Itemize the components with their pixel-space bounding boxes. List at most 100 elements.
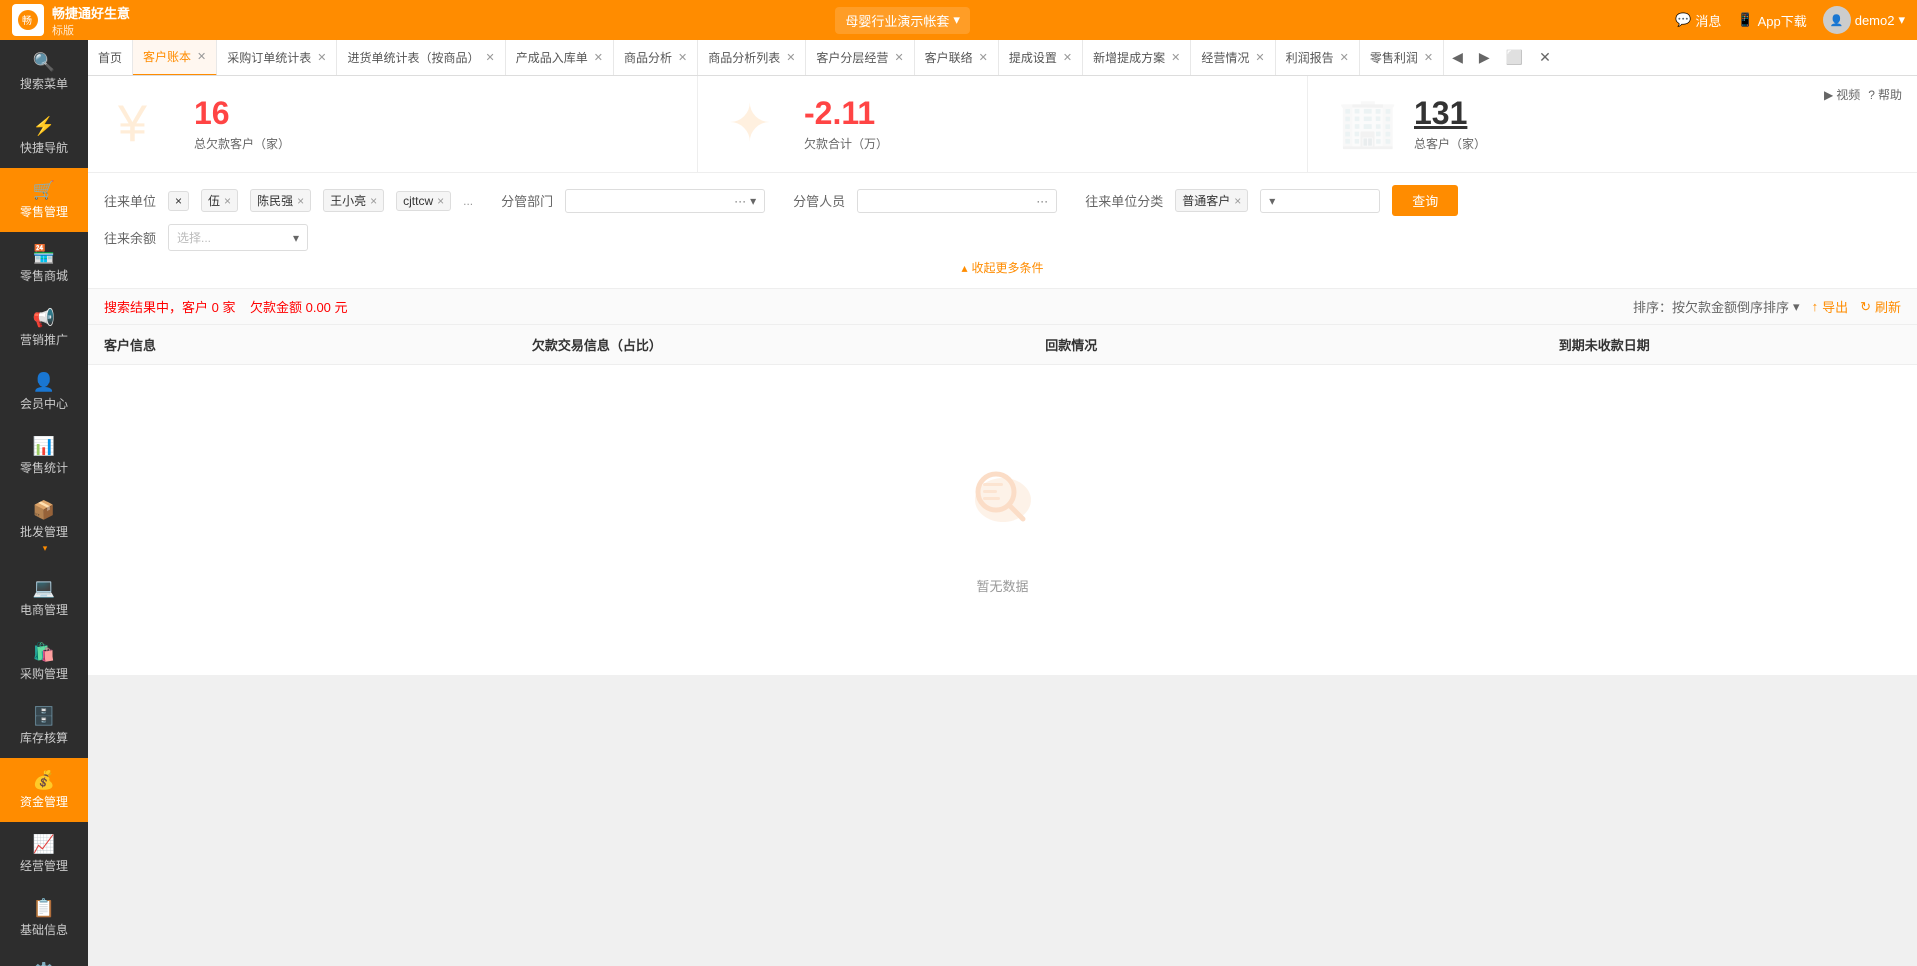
- tab-purchase-stats-close[interactable]: ✕: [486, 51, 495, 64]
- app-subtitle: 标版: [52, 22, 130, 38]
- unit-filter-label: 往来单位: [104, 191, 156, 210]
- query-button[interactable]: 查询: [1392, 185, 1458, 216]
- tab-close-all[interactable]: ✕: [1531, 40, 1559, 76]
- stat-help-btn[interactable]: ? 帮助: [1868, 86, 1902, 103]
- filter-tag-wu: 伍 ×: [201, 189, 238, 212]
- tab-customer-contact-label: 客户联络: [925, 49, 973, 66]
- logo-icon: 畅: [12, 4, 44, 36]
- tab-retail-profit[interactable]: 零售利润 ✕: [1360, 40, 1444, 76]
- sort-select[interactable]: 排序：按欠款金额倒序排序: [1633, 297, 1800, 316]
- tab-product-analysis-list-close[interactable]: ✕: [786, 51, 795, 64]
- tab-customer-ledger[interactable]: 客户账本 ✕: [133, 40, 217, 76]
- stat-debt-main: -2.11 欠款合计（万）: [804, 96, 888, 152]
- tab-profit-report-label: 利润报告: [1286, 49, 1334, 66]
- tab-commission-settings[interactable]: 提成设置 ✕: [999, 40, 1083, 76]
- tab-production-stock[interactable]: 产成品入库单 ✕: [506, 40, 614, 76]
- sidebar-item-purchase[interactable]: 🛍️ 采购管理: [0, 630, 88, 694]
- tab-new-commission[interactable]: 新增提成方案 ✕: [1083, 40, 1191, 76]
- tab-customer-contact[interactable]: 客户联络 ✕: [915, 40, 999, 76]
- tab-business-status-close[interactable]: ✕: [1255, 51, 1264, 64]
- content-area: 首页 客户账本 ✕ 采购订单统计表 ✕ 进货单统计表（按商品） ✕ 产成品入库单…: [88, 40, 1917, 966]
- sidebar-item-marketing[interactable]: 📢 营销推广: [0, 296, 88, 360]
- sidebar-label-inventory: 库存核算: [8, 729, 80, 746]
- dept-select[interactable]: ···: [565, 189, 765, 213]
- sidebar-item-finance[interactable]: 💰 资金管理: [0, 758, 88, 822]
- tab-customer-tier[interactable]: 客户分层经营 ✕: [806, 40, 914, 76]
- export-button[interactable]: ↑ 导出: [1812, 297, 1849, 316]
- dept-expand-icon: ···: [734, 194, 746, 208]
- sidebar-item-inventory[interactable]: 🗄️ 库存核算: [0, 694, 88, 758]
- user-menu[interactable]: 👤 demo2: [1823, 6, 1905, 34]
- help-label: 帮助: [1878, 86, 1902, 103]
- export-label: 导出: [1822, 297, 1848, 316]
- filter-tag-category-remove[interactable]: ×: [1234, 194, 1241, 208]
- sidebar-item-wholesale[interactable]: 📦 批发管理 ▾: [0, 488, 88, 566]
- filter-tag-cjttcw: cjttcw ×: [396, 191, 451, 211]
- tab-customer-tier-close[interactable]: ✕: [894, 51, 903, 64]
- tab-profit-report-close[interactable]: ✕: [1340, 51, 1349, 64]
- tab-commission-settings-close[interactable]: ✕: [1063, 51, 1072, 64]
- sidebar-item-search[interactable]: 🔍 搜索菜单: [0, 40, 88, 104]
- stat-block-debt: ✦ -2.11 欠款合计（万）: [698, 76, 1308, 172]
- top-bar: 畅 畅捷通好生意 标版 母婴行业演示帐套 💬 消息 📱 App下载: [0, 0, 1917, 40]
- tab-purchase-stats-label: 进货单统计表（按商品）: [347, 49, 479, 66]
- tab-purchase-stats[interactable]: 进货单统计表（按商品） ✕: [337, 40, 505, 76]
- result-actions: 排序：按欠款金额倒序排序 ↑ 导出 ↻ 刷新: [1633, 297, 1901, 316]
- main-layout: 🔍 搜索菜单 ⚡ 快捷导航 🛒 零售管理 🏪 零售商城 📢 营销推广 👤: [0, 40, 1917, 966]
- category-select[interactable]: [1260, 189, 1380, 213]
- col-header-payment: 回款情况: [1045, 335, 1558, 354]
- sidebar-item-operation[interactable]: 📈 经营管理: [0, 822, 88, 886]
- filter-tag-cjttcw-remove[interactable]: ×: [437, 194, 444, 208]
- stats-bar: ¥ 16 总欠款客户（家） ✦ -2.11 欠款合计（万）: [88, 76, 1917, 173]
- person-select[interactable]: ···: [857, 189, 1057, 213]
- company-selector[interactable]: 母婴行业演示帐套: [835, 7, 970, 34]
- filter-unit-more[interactable]: ...: [463, 194, 473, 208]
- svg-text:畅: 畅: [22, 14, 32, 27]
- tab-product-analysis[interactable]: 商品分析 ✕: [614, 40, 698, 76]
- tab-scroll-right[interactable]: ▶: [1471, 40, 1498, 76]
- filter-tag-chen-remove[interactable]: ×: [297, 194, 304, 208]
- stat-video-btn[interactable]: ▶ 视频: [1824, 86, 1860, 103]
- sidebar-item-quicknav[interactable]: ⚡ 快捷导航: [0, 104, 88, 168]
- tab-customer-ledger-close[interactable]: ✕: [197, 50, 206, 63]
- tab-home[interactable]: 首页: [88, 40, 133, 76]
- sidebar-item-member[interactable]: 👤 会员中心: [0, 360, 88, 424]
- messages-button[interactable]: 💬 消息: [1675, 11, 1721, 30]
- tab-purchase-order[interactable]: 采购订单统计表 ✕: [217, 40, 337, 76]
- refresh-button[interactable]: ↻ 刷新: [1860, 297, 1901, 316]
- tab-scroll-left[interactable]: ◀: [1444, 40, 1471, 76]
- app-download-button[interactable]: 📱 App下载: [1737, 11, 1806, 30]
- filter-tag-wu-remove[interactable]: ×: [224, 194, 231, 208]
- collapse-button[interactable]: 收起更多条件: [961, 259, 1043, 276]
- sidebar-label-operation: 经营管理: [8, 857, 80, 874]
- table-header: 客户信息 欠款交易信息（占比） 回款情况 到期未收款日期: [88, 325, 1917, 365]
- balance-select[interactable]: 选择...: [168, 224, 308, 251]
- customer-count: 0: [212, 300, 219, 315]
- sidebar-item-retail-stats[interactable]: 📊 零售统计: [0, 424, 88, 488]
- tab-maximize[interactable]: ⬜: [1498, 40, 1531, 76]
- sidebar-item-system[interactable]: ⚙️ 系统管理: [0, 950, 88, 966]
- sidebar-item-ecommerce[interactable]: 💻 电商管理: [0, 566, 88, 630]
- top-bar-left: 畅 畅捷通好生意 标版: [12, 3, 130, 38]
- tab-customer-tier-label: 客户分层经营: [816, 49, 888, 66]
- tab-customer-contact-close[interactable]: ✕: [979, 51, 988, 64]
- tab-product-analysis-list[interactable]: 商品分析列表 ✕: [698, 40, 806, 76]
- tab-profit-report[interactable]: 利润报告 ✕: [1276, 40, 1360, 76]
- stat-all-customers-value: 131: [1414, 96, 1486, 131]
- wholesale-expand-icon: ▾: [43, 543, 48, 553]
- tab-new-commission-close[interactable]: ✕: [1171, 51, 1180, 64]
- sidebar-label-marketing: 营销推广: [8, 331, 80, 348]
- sidebar-label-retail-mall: 零售商城: [8, 267, 80, 284]
- filter-tag-wang-remove[interactable]: ×: [370, 194, 377, 208]
- tab-retail-profit-close[interactable]: ✕: [1424, 51, 1433, 64]
- system-icon: ⚙️: [8, 962, 80, 966]
- tab-business-status[interactable]: 经营情况 ✕: [1191, 40, 1275, 76]
- tab-purchase-order-close[interactable]: ✕: [317, 51, 326, 64]
- tab-production-stock-close[interactable]: ✕: [594, 51, 603, 64]
- tab-product-analysis-close[interactable]: ✕: [678, 51, 687, 64]
- sidebar-item-retail-mall[interactable]: 🏪 零售商城: [0, 232, 88, 296]
- stat-block-all-customers: 🏢 131 总客户（家） ▶ 视频 ? 帮助: [1308, 76, 1917, 172]
- sidebar-item-retail[interactable]: 🛒 零售管理: [0, 168, 88, 232]
- sidebar-item-basic[interactable]: 📋 基础信息: [0, 886, 88, 950]
- filter-tag-category: 普通客户 ×: [1175, 189, 1248, 212]
